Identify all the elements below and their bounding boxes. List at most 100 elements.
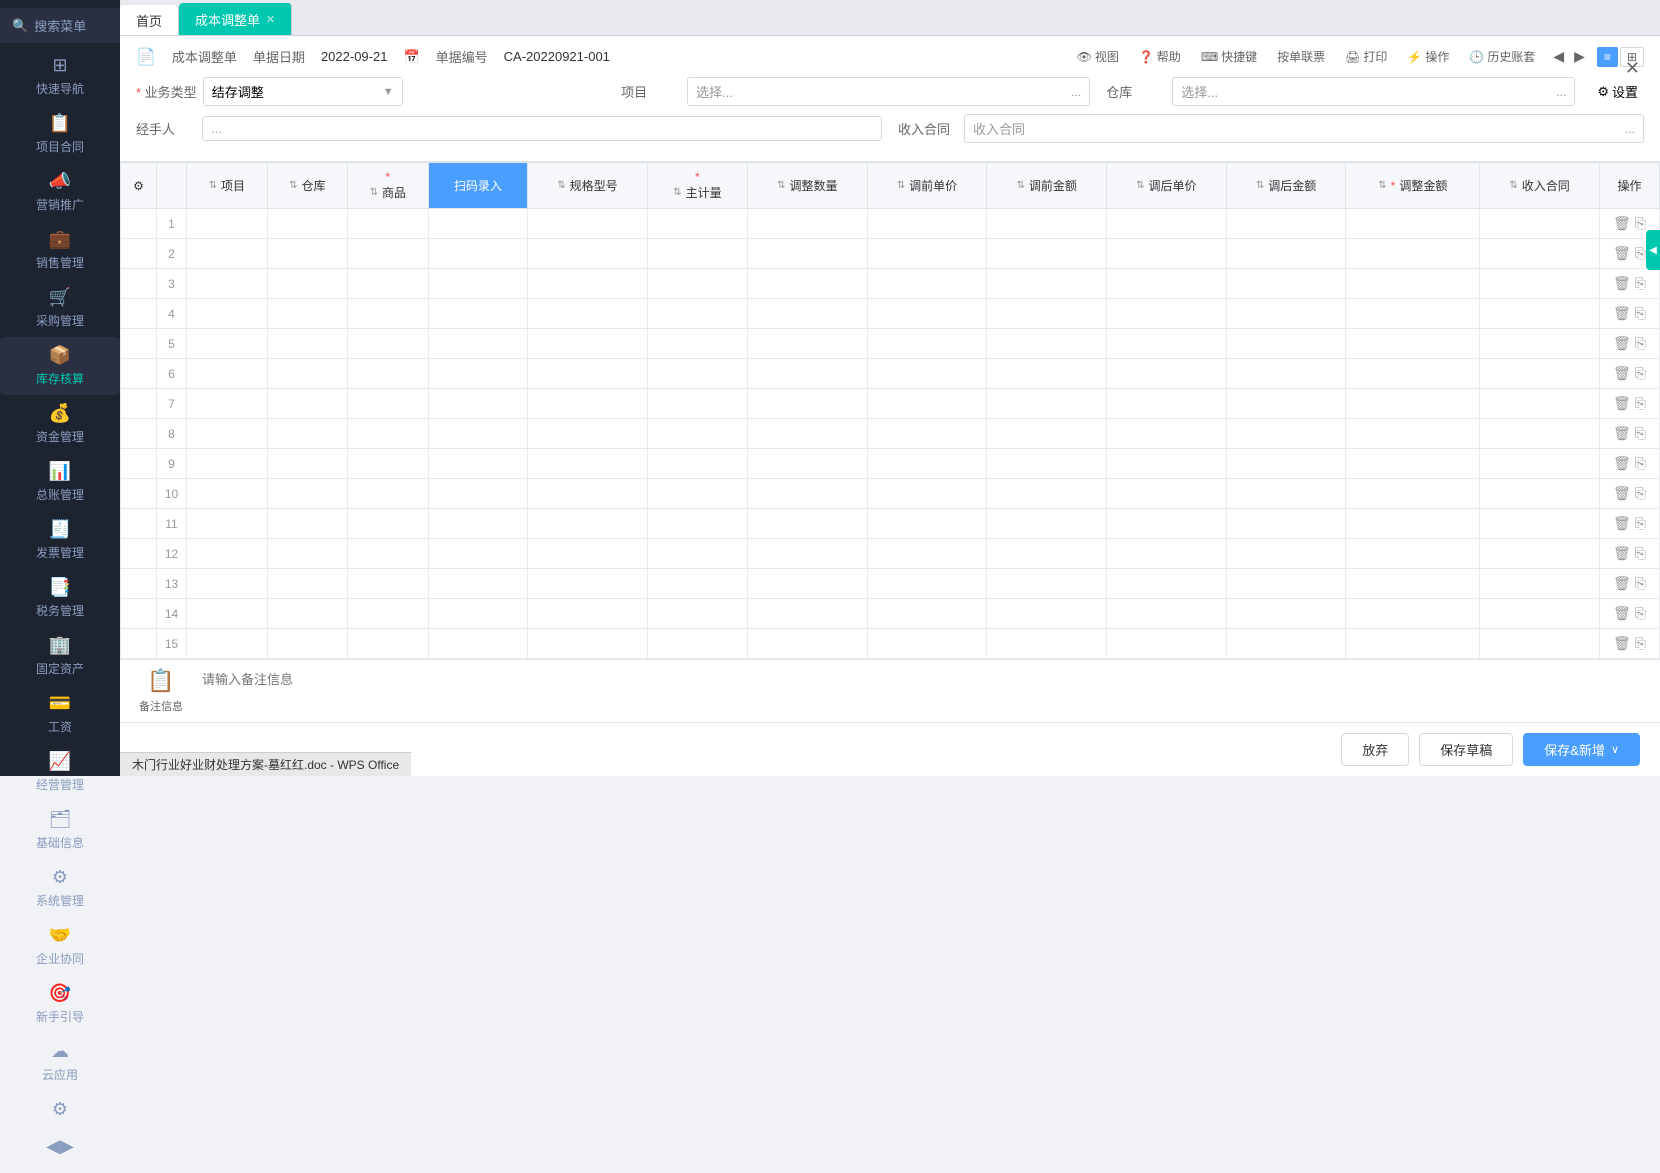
row-income-contract-5[interactable] xyxy=(1480,329,1600,359)
col-header-after-amount[interactable]: ⇅ 调后金额 xyxy=(1226,163,1346,209)
row-copy-icon-8[interactable]: ⎘ xyxy=(1635,425,1646,442)
right-edge-indicator[interactable]: ◀ xyxy=(1646,230,1660,270)
row-after-price-2[interactable] xyxy=(1107,239,1227,269)
sidebar-item-cloud-apps[interactable]: ☁ 云应用 xyxy=(0,1033,120,1091)
row-adj-qty-13[interactable] xyxy=(747,569,867,599)
row-product-11[interactable] xyxy=(348,509,429,539)
row-warehouse-10[interactable] xyxy=(267,479,348,509)
row-project-11[interactable] xyxy=(187,509,268,539)
row-adj-amount-7[interactable] xyxy=(1346,389,1480,419)
row-adj-amount-2[interactable] xyxy=(1346,239,1480,269)
row-warehouse-13[interactable] xyxy=(267,569,348,599)
row-delete-icon-13[interactable]: 🗑 xyxy=(1613,575,1631,592)
row-income-contract-1[interactable] xyxy=(1480,209,1600,239)
row-product-4[interactable] xyxy=(348,299,429,329)
taskbar-wps[interactable]: 木门行业好业财处理方案-墓红红.doc - WPS Office xyxy=(120,752,411,776)
row-delete-icon-14[interactable]: 🗑 xyxy=(1613,605,1631,622)
row-copy-icon-3[interactable]: ⎘ xyxy=(1635,275,1646,292)
row-warehouse-15[interactable] xyxy=(267,629,348,659)
row-after-price-6[interactable] xyxy=(1107,359,1227,389)
row-after-price-14[interactable] xyxy=(1107,599,1227,629)
row-adj-amount-4[interactable] xyxy=(1346,299,1480,329)
row-copy-icon-2[interactable]: ⎘ xyxy=(1635,245,1646,262)
row-after-amount-7[interactable] xyxy=(1226,389,1346,419)
row-prev-amount-13[interactable] xyxy=(987,569,1107,599)
row-spec-5[interactable] xyxy=(528,329,648,359)
row-adj-amount-10[interactable] xyxy=(1346,479,1480,509)
row-adj-qty-9[interactable] xyxy=(747,449,867,479)
table-row[interactable]: 13 🗑 ⎘ xyxy=(121,569,1660,599)
row-scan-5[interactable] xyxy=(428,329,527,359)
sidebar-item-funds-mgmt[interactable]: 💰 资金管理 xyxy=(0,395,120,453)
row-unit-7[interactable] xyxy=(647,389,747,419)
row-delete-icon-5[interactable]: 🗑 xyxy=(1613,335,1631,352)
sidebar-item-payroll[interactable]: 💳 工资 xyxy=(0,685,120,743)
row-income-contract-3[interactable] xyxy=(1480,269,1600,299)
row-prev-amount-7[interactable] xyxy=(987,389,1107,419)
row-product-12[interactable] xyxy=(348,539,429,569)
row-prev-price-13[interactable] xyxy=(867,569,987,599)
row-product-1[interactable] xyxy=(348,209,429,239)
row-adj-amount-1[interactable] xyxy=(1346,209,1480,239)
col-header-product[interactable]: ⇅ 商品 xyxy=(348,163,429,209)
config-btn[interactable]: ⚙ 设置 xyxy=(1591,80,1644,103)
prev-page-btn[interactable]: ◀ xyxy=(1549,46,1568,67)
row-unit-15[interactable] xyxy=(647,629,747,659)
row-copy-icon-5[interactable]: ⎘ xyxy=(1635,335,1646,352)
row-after-amount-9[interactable] xyxy=(1226,449,1346,479)
row-scan-8[interactable] xyxy=(428,419,527,449)
row-spec-10[interactable] xyxy=(528,479,648,509)
row-warehouse-1[interactable] xyxy=(267,209,348,239)
settings-col-header[interactable]: ⚙ xyxy=(121,163,157,209)
table-row[interactable]: 4 🗑 ⎘ xyxy=(121,299,1660,329)
col-header-project[interactable]: ⇅ 项目 xyxy=(187,163,268,209)
row-income-contract-14[interactable] xyxy=(1480,599,1600,629)
row-unit-1[interactable] xyxy=(647,209,747,239)
row-spec-13[interactable] xyxy=(528,569,648,599)
row-delete-icon-1[interactable]: 🗑 xyxy=(1613,215,1631,232)
row-after-price-7[interactable] xyxy=(1107,389,1227,419)
row-scan-15[interactable] xyxy=(428,629,527,659)
income-contract-input[interactable]: 收入合同 ... xyxy=(964,114,1644,143)
table-row[interactable]: 11 🗑 ⎘ xyxy=(121,509,1660,539)
row-product-6[interactable] xyxy=(348,359,429,389)
row-unit-12[interactable] xyxy=(647,539,747,569)
save-new-arrow-icon[interactable]: ∨ xyxy=(1611,743,1619,756)
row-warehouse-5[interactable] xyxy=(267,329,348,359)
table-row[interactable]: 14 🗑 ⎘ xyxy=(121,599,1660,629)
view-btn[interactable]: 👁 视图 xyxy=(1071,46,1125,67)
row-product-9[interactable] xyxy=(348,449,429,479)
row-product-8[interactable] xyxy=(348,419,429,449)
row-scan-2[interactable] xyxy=(428,239,527,269)
notes-input[interactable] xyxy=(202,668,1644,691)
row-copy-icon-14[interactable]: ⎘ xyxy=(1635,605,1646,622)
row-after-price-12[interactable] xyxy=(1107,539,1227,569)
row-scan-13[interactable] xyxy=(428,569,527,599)
warehouse-input[interactable]: 选择... ... xyxy=(1172,77,1575,106)
row-spec-12[interactable] xyxy=(528,539,648,569)
income-contract-ellipsis-icon[interactable]: ... xyxy=(1625,122,1635,136)
tab-close-icon[interactable]: ✕ xyxy=(266,13,275,26)
row-product-10[interactable] xyxy=(348,479,429,509)
col-header-prev-amount[interactable]: ⇅ 调前金额 xyxy=(987,163,1107,209)
row-adj-qty-2[interactable] xyxy=(747,239,867,269)
row-unit-10[interactable] xyxy=(647,479,747,509)
row-spec-1[interactable] xyxy=(528,209,648,239)
row-prev-price-8[interactable] xyxy=(867,419,987,449)
row-spec-15[interactable] xyxy=(528,629,648,659)
row-prev-amount-6[interactable] xyxy=(987,359,1107,389)
row-adj-amount-8[interactable] xyxy=(1346,419,1480,449)
row-prev-amount-11[interactable] xyxy=(987,509,1107,539)
row-warehouse-7[interactable] xyxy=(267,389,348,419)
row-after-price-11[interactable] xyxy=(1107,509,1227,539)
table-row[interactable]: 3 🗑 ⎘ xyxy=(121,269,1660,299)
row-spec-14[interactable] xyxy=(528,599,648,629)
row-prev-amount-3[interactable] xyxy=(987,269,1107,299)
row-after-price-9[interactable] xyxy=(1107,449,1227,479)
row-project-14[interactable] xyxy=(187,599,268,629)
row-spec-4[interactable] xyxy=(528,299,648,329)
row-income-contract-4[interactable] xyxy=(1480,299,1600,329)
col-header-spec[interactable]: ⇅ 规格型号 xyxy=(528,163,648,209)
row-adj-qty-5[interactable] xyxy=(747,329,867,359)
check-form-btn[interactable]: 按单联票 xyxy=(1271,46,1331,67)
